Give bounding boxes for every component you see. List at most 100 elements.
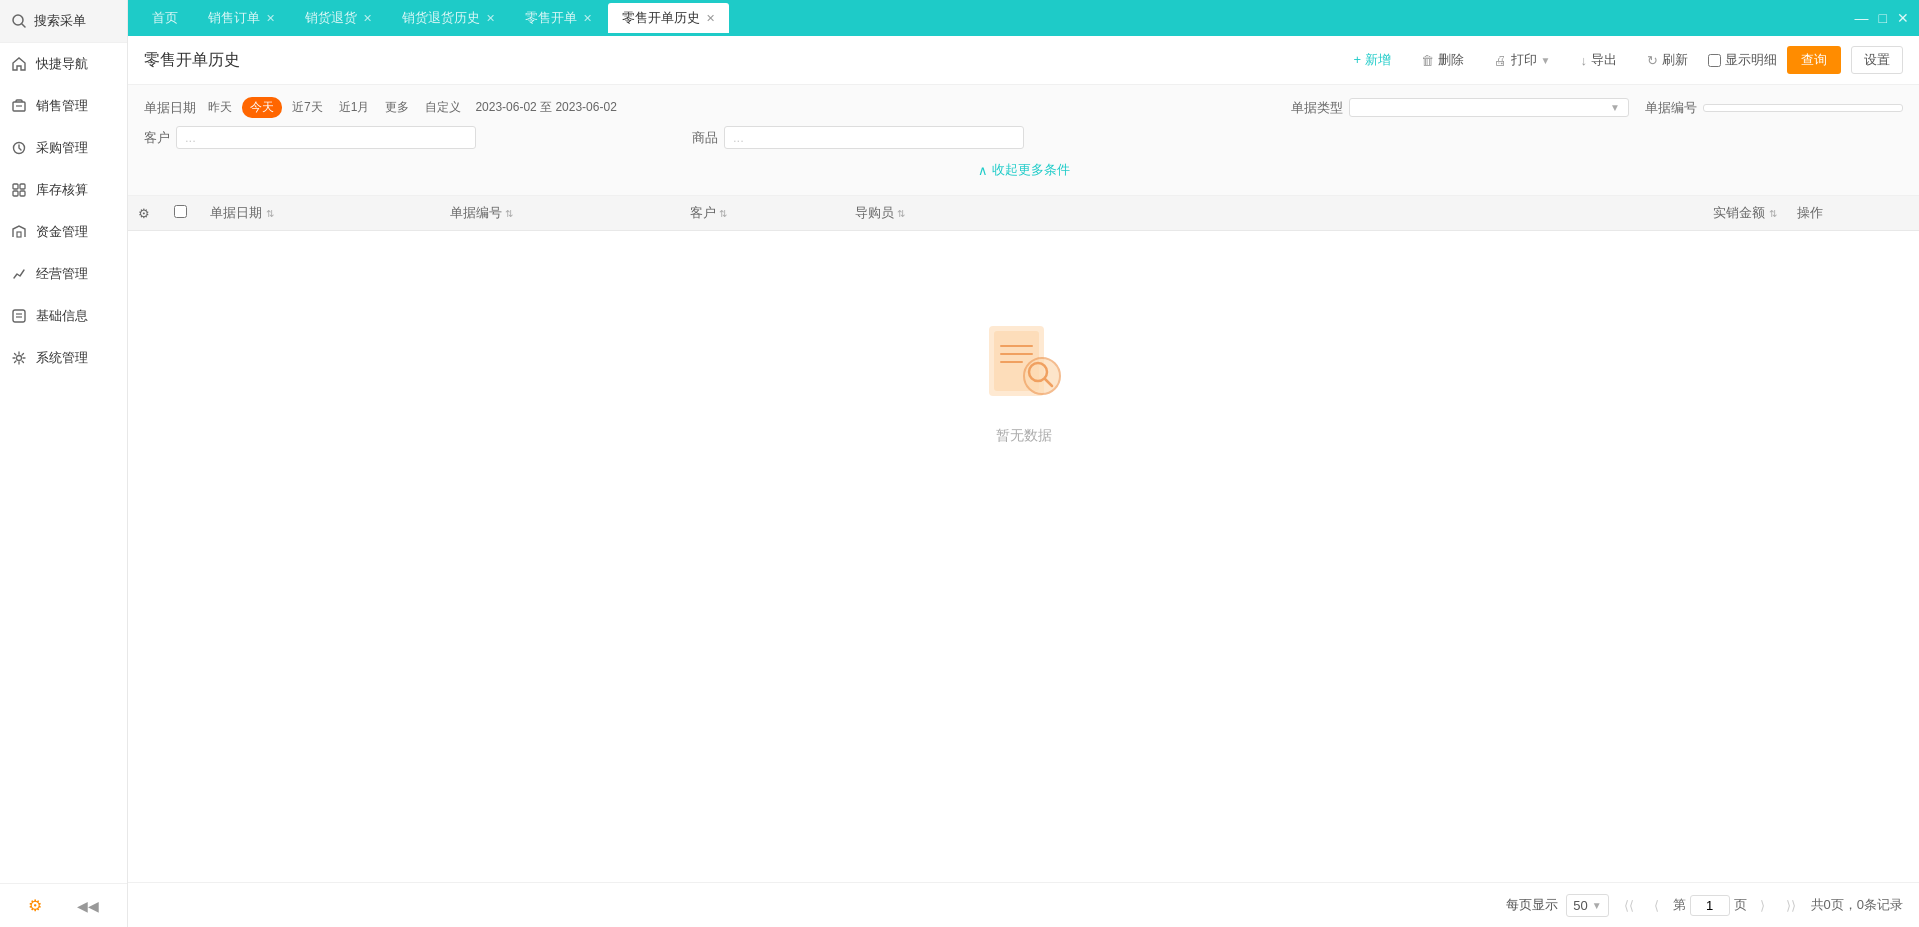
first-page-btn[interactable]: ⟨⟨ <box>1617 893 1641 917</box>
query-button[interactable]: 查询 <box>1787 46 1841 74</box>
th-action-label: 操作 <box>1797 205 1823 220</box>
collapse-row[interactable]: ∧ 收起更多条件 <box>144 157 1903 183</box>
filter-area: 单据日期 昨天 今天 近7天 近1月 更多 自定义 2023-06-02 至 2… <box>128 85 1919 196</box>
refresh-button[interactable]: ↻ 刷新 <box>1637 46 1698 74</box>
date-shortcuts: 昨天 今天 近7天 近1月 更多 自定义 2023-06-02 至 2023-0… <box>202 97 617 118</box>
minimize-btn[interactable]: — <box>1855 10 1869 26</box>
print-icon: 🖨 <box>1494 53 1507 68</box>
sidebar-item-system[interactable]: 系统管理 <box>0 337 127 379</box>
prev-page-btn[interactable]: ⟨ <box>1645 893 1669 917</box>
date-range-display: 2023-06-02 至 2023-06-02 <box>475 99 616 116</box>
system-icon <box>10 349 28 367</box>
sidebar-item-quick-nav[interactable]: 快捷导航 <box>0 43 127 85</box>
date-sort-icon: ⇅ <box>266 208 274 219</box>
tab-retail-open-label: 零售开单 <box>525 9 577 27</box>
tab-retail-open[interactable]: 零售开单 ✕ <box>511 3 606 33</box>
th-amount[interactable]: 实销金额 ⇅ <box>1547 196 1787 231</box>
tab-sales-return[interactable]: 销货退货 ✕ <box>291 3 386 33</box>
sidebar-item-label: 系统管理 <box>36 349 88 367</box>
th-date[interactable]: 单据日期 ⇅ <box>200 196 440 231</box>
sidebar-item-inventory[interactable]: 库存核算 <box>0 169 127 211</box>
th-number[interactable]: 单据编号 ⇅ <box>440 196 680 231</box>
sidebar-item-label: 经营管理 <box>36 265 88 283</box>
amount-sort-icon: ⇅ <box>1769 208 1777 219</box>
trash-icon: 🗑 <box>1421 53 1434 68</box>
date-yesterday[interactable]: 昨天 <box>202 97 238 118</box>
sidebar-collapse-icon[interactable]: ◀◀ <box>77 898 99 914</box>
search-icon <box>10 12 28 30</box>
th-action: 操作 <box>1787 196 1919 231</box>
show-detail-check[interactable]: 显示明细 <box>1708 51 1777 69</box>
doc-number-input[interactable] <box>1703 104 1903 112</box>
svg-point-13 <box>17 356 22 361</box>
sidebar-search-label: 搜索采单 <box>34 12 86 30</box>
tab-retail-open-history[interactable]: 零售开单历史 ✕ <box>608 3 729 33</box>
close-btn[interactable]: ✕ <box>1897 10 1909 26</box>
date-today[interactable]: 今天 <box>242 97 282 118</box>
doc-number-label: 单据编号 <box>1645 99 1697 117</box>
tab-home[interactable]: 首页 <box>138 3 192 33</box>
sidebar-item-label: 库存核算 <box>36 181 88 199</box>
date-more[interactable]: 更多 <box>379 97 415 118</box>
sidebar-item-label: 销售管理 <box>36 97 88 115</box>
tab-sales-return-history-label: 销货退货历史 <box>402 9 480 27</box>
th-customer[interactable]: 客户 ⇅ <box>680 196 845 231</box>
empty-icon <box>974 311 1074 411</box>
date-last-month[interactable]: 近1月 <box>333 97 376 118</box>
inventory-icon <box>10 181 28 199</box>
sidebar-bottom: ⚙ ◀◀ <box>0 883 127 927</box>
tab-sales-return-close[interactable]: ✕ <box>363 12 372 25</box>
th-settings[interactable]: ⚙ <box>128 196 164 231</box>
tab-sales-order[interactable]: 销售订单 ✕ <box>194 3 289 33</box>
th-salesperson[interactable]: 导购员 ⇅ <box>845 196 1048 231</box>
sidebar-item-operations[interactable]: 经营管理 <box>0 253 127 295</box>
sidebar-item-purchase-mgmt[interactable]: 采购管理 <box>0 127 127 169</box>
basic-info-icon <box>10 307 28 325</box>
print-button[interactable]: 🖨 打印 ▼ <box>1484 46 1561 74</box>
select-all-checkbox[interactable] <box>174 205 187 218</box>
finance-icon <box>10 223 28 241</box>
content: 零售开单历史 + 新增 🗑 删除 🖨 打印 ▼ ↓ 导出 ↻ <box>128 36 1919 927</box>
show-detail-checkbox[interactable] <box>1708 54 1721 67</box>
th-middle <box>1047 196 1547 231</box>
filter-customer: 客户 ... <box>144 126 476 149</box>
settings-button[interactable]: 设置 <box>1851 46 1903 74</box>
sidebar-item-sales-mgmt[interactable]: 销售管理 <box>0 85 127 127</box>
date-custom[interactable]: 自定义 <box>419 97 467 118</box>
table-settings-icon[interactable]: ⚙ <box>138 206 150 221</box>
add-button[interactable]: + 新增 <box>1343 46 1400 74</box>
next-page-btn[interactable]: ⟩ <box>1751 893 1775 917</box>
pagination: 每页显示 50 ▼ ⟨⟨ ⟨ 第 页 ⟩ ⟩⟩ 共0页，0条记录 <box>128 882 1919 927</box>
tab-sales-order-close[interactable]: ✕ <box>266 12 275 25</box>
operations-icon <box>10 265 28 283</box>
last-page-btn[interactable]: ⟩⟩ <box>1779 893 1803 917</box>
customer-label: 客户 <box>144 129 170 147</box>
sidebar-gear-icon[interactable]: ⚙ <box>28 896 42 915</box>
sidebar-item-basic-info[interactable]: 基础信息 <box>0 295 127 337</box>
th-salesperson-label: 导购员 <box>855 205 894 220</box>
product-input[interactable]: ... <box>724 126 1024 149</box>
customer-sort-icon: ⇅ <box>719 208 727 219</box>
doc-type-select[interactable]: ▼ <box>1349 98 1629 117</box>
sidebar-item-label: 基础信息 <box>36 307 88 325</box>
date-last7[interactable]: 近7天 <box>286 97 329 118</box>
sidebar-item-label: 采购管理 <box>36 139 88 157</box>
customer-input[interactable]: ... <box>176 126 476 149</box>
sidebar-search[interactable]: 搜索采单 <box>0 0 127 43</box>
salesperson-sort-icon: ⇅ <box>897 208 905 219</box>
delete-button[interactable]: 🗑 删除 <box>1411 46 1474 74</box>
sidebar-item-finance[interactable]: 资金管理 <box>0 211 127 253</box>
filter-doc-number: 单据编号 <box>1645 99 1903 117</box>
th-check[interactable] <box>164 196 200 231</box>
export-button[interactable]: ↓ 导出 <box>1571 46 1628 74</box>
page-size-label: 每页显示 <box>1506 896 1558 914</box>
page-size-select[interactable]: 50 ▼ <box>1566 894 1608 917</box>
maximize-btn[interactable]: □ <box>1879 10 1887 26</box>
tab-retail-open-close[interactable]: ✕ <box>583 12 592 25</box>
tab-sales-return-history[interactable]: 销货退货历史 ✕ <box>388 3 509 33</box>
page-input[interactable] <box>1690 895 1730 916</box>
svg-rect-8 <box>20 191 25 196</box>
sidebar-item-label: 快捷导航 <box>36 55 88 73</box>
tab-retail-open-history-close[interactable]: ✕ <box>706 12 715 25</box>
tab-sales-return-history-close[interactable]: ✕ <box>486 12 495 25</box>
